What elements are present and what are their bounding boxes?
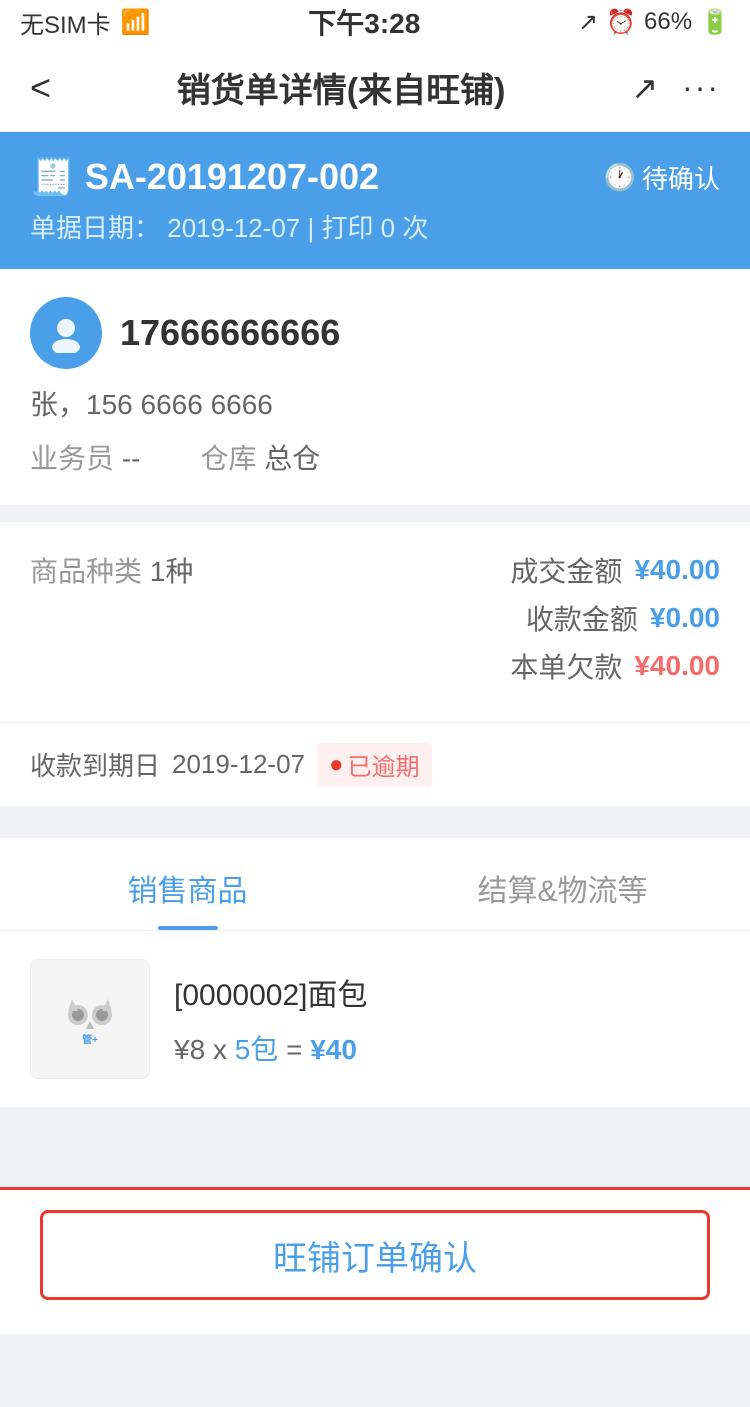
back-button[interactable]: < xyxy=(30,67,51,109)
received-label: 收款金额 xyxy=(526,598,638,638)
nav-bar: < 销货单详情(来自旺铺) ↗ ··· xyxy=(0,44,750,132)
status-bar: 无SIM卡 📶 下午3:28 ↗ ⏰ 66% 🔋 xyxy=(0,0,750,44)
product-type-value-text: 1种 xyxy=(150,556,194,587)
product-type-label: 商品种类 xyxy=(30,556,142,587)
order-id: 🧾 SA-20191207-002 xyxy=(30,156,379,198)
avatar xyxy=(30,297,102,369)
owed-value: ¥40.00 xyxy=(634,650,720,682)
tabs: 销售商品 结算&物流等 xyxy=(0,838,750,931)
summary-card: 商品种类 1种 成交金额 ¥40.00 收款金额 ¥0.00 本单欠款 ¥40.… xyxy=(0,522,750,722)
equals-symbol: = xyxy=(286,1034,310,1065)
order-status: 🕐 待确认 xyxy=(604,159,720,196)
customer-phone: 17666666666 xyxy=(120,312,340,354)
amount-value: ¥40.00 xyxy=(634,554,720,586)
customer-meta: 业务员 -- 仓库 总仓 xyxy=(30,437,720,477)
svg-text:管+: 管+ xyxy=(82,1033,98,1046)
received-value: ¥0.00 xyxy=(650,602,720,634)
amount-label: 成交金额 xyxy=(510,550,622,590)
status-right: ↗ ⏰ 66% 🔋 xyxy=(578,8,730,37)
battery-text: 66% xyxy=(644,8,692,36)
due-date-label: 收款到期日 xyxy=(30,746,160,783)
tab-products[interactable]: 销售商品 xyxy=(0,838,375,930)
customer-card: 17666666666 张，156 6666 6666 业务员 -- 仓库 总仓 xyxy=(0,269,750,505)
product-item: 管+ [0000002]面包 ¥8 x 5包 = ¥40 xyxy=(0,931,750,1107)
product-list: 管+ [0000002]面包 ¥8 x 5包 = ¥40 xyxy=(0,931,750,1107)
price-value: ¥8 xyxy=(174,1034,205,1065)
location-icon: ↗ xyxy=(578,8,598,37)
summary-right: 成交金额 ¥40.00 收款金额 ¥0.00 本单欠款 ¥40.00 xyxy=(510,550,720,694)
wifi-icon: 📶 xyxy=(121,8,151,37)
export-button[interactable]: ↗ xyxy=(631,69,658,107)
overdue-text: 已逾期 xyxy=(348,747,420,782)
price-qty: 5包 xyxy=(235,1034,279,1065)
status-time: 下午3:28 xyxy=(308,2,420,42)
order-header: 🧾 SA-20191207-002 🕐 待确认 单据日期： 2019-12-07… xyxy=(0,132,750,269)
product-name: [0000002]面包 xyxy=(174,970,720,1014)
carrier-text: 无SIM卡 xyxy=(20,5,111,40)
order-icon: 🧾 xyxy=(30,156,75,198)
product-price: ¥8 x 5包 = ¥40 xyxy=(174,1028,720,1068)
overdue-badge: ● 已逾期 xyxy=(317,743,432,786)
nav-actions: ↗ ··· xyxy=(631,69,720,107)
due-date-row: 收款到期日 2019-12-07 ● 已逾期 xyxy=(0,723,750,806)
owed-row: 本单欠款 ¥40.00 xyxy=(510,646,720,686)
owed-label: 本单欠款 xyxy=(510,646,622,686)
warehouse-label: 仓库 xyxy=(200,443,256,474)
sales-value-text: -- xyxy=(122,443,141,474)
multiply-symbol: x xyxy=(213,1034,235,1065)
page-title: 销货单详情(来自旺铺) xyxy=(177,63,506,112)
received-row: 收款金额 ¥0.00 xyxy=(510,598,720,638)
price-total: ¥40 xyxy=(310,1034,357,1065)
overdue-icon: ● xyxy=(329,751,344,779)
amount-row: 成交金额 ¥40.00 xyxy=(510,550,720,590)
alarm-icon: ⏰ xyxy=(606,8,636,37)
section-divider xyxy=(0,806,750,822)
product-thumbnail: 管+ xyxy=(30,959,150,1079)
confirm-button[interactable]: 旺铺订单确认 xyxy=(40,1210,710,1300)
tab-settlement[interactable]: 结算&物流等 xyxy=(375,838,750,930)
bottom-bar: 旺铺订单确认 xyxy=(0,1187,750,1334)
customer-name: 张，156 6666 6666 xyxy=(30,383,720,423)
clock-icon: 🕐 xyxy=(604,162,636,193)
battery-icon: 🔋 xyxy=(700,8,730,37)
status-left: 无SIM卡 📶 xyxy=(20,5,151,40)
warehouse-value-text: 总仓 xyxy=(264,443,320,474)
sales-label: 业务员 xyxy=(30,443,114,474)
due-date-value: 2019-12-07 xyxy=(172,749,305,780)
summary-left: 商品种类 1种 xyxy=(30,550,193,590)
more-button[interactable]: ··· xyxy=(682,69,720,106)
order-date: 单据日期： 2019-12-07 | 打印 0 次 xyxy=(30,208,720,245)
product-info: [0000002]面包 ¥8 x 5包 = ¥40 xyxy=(174,970,720,1068)
